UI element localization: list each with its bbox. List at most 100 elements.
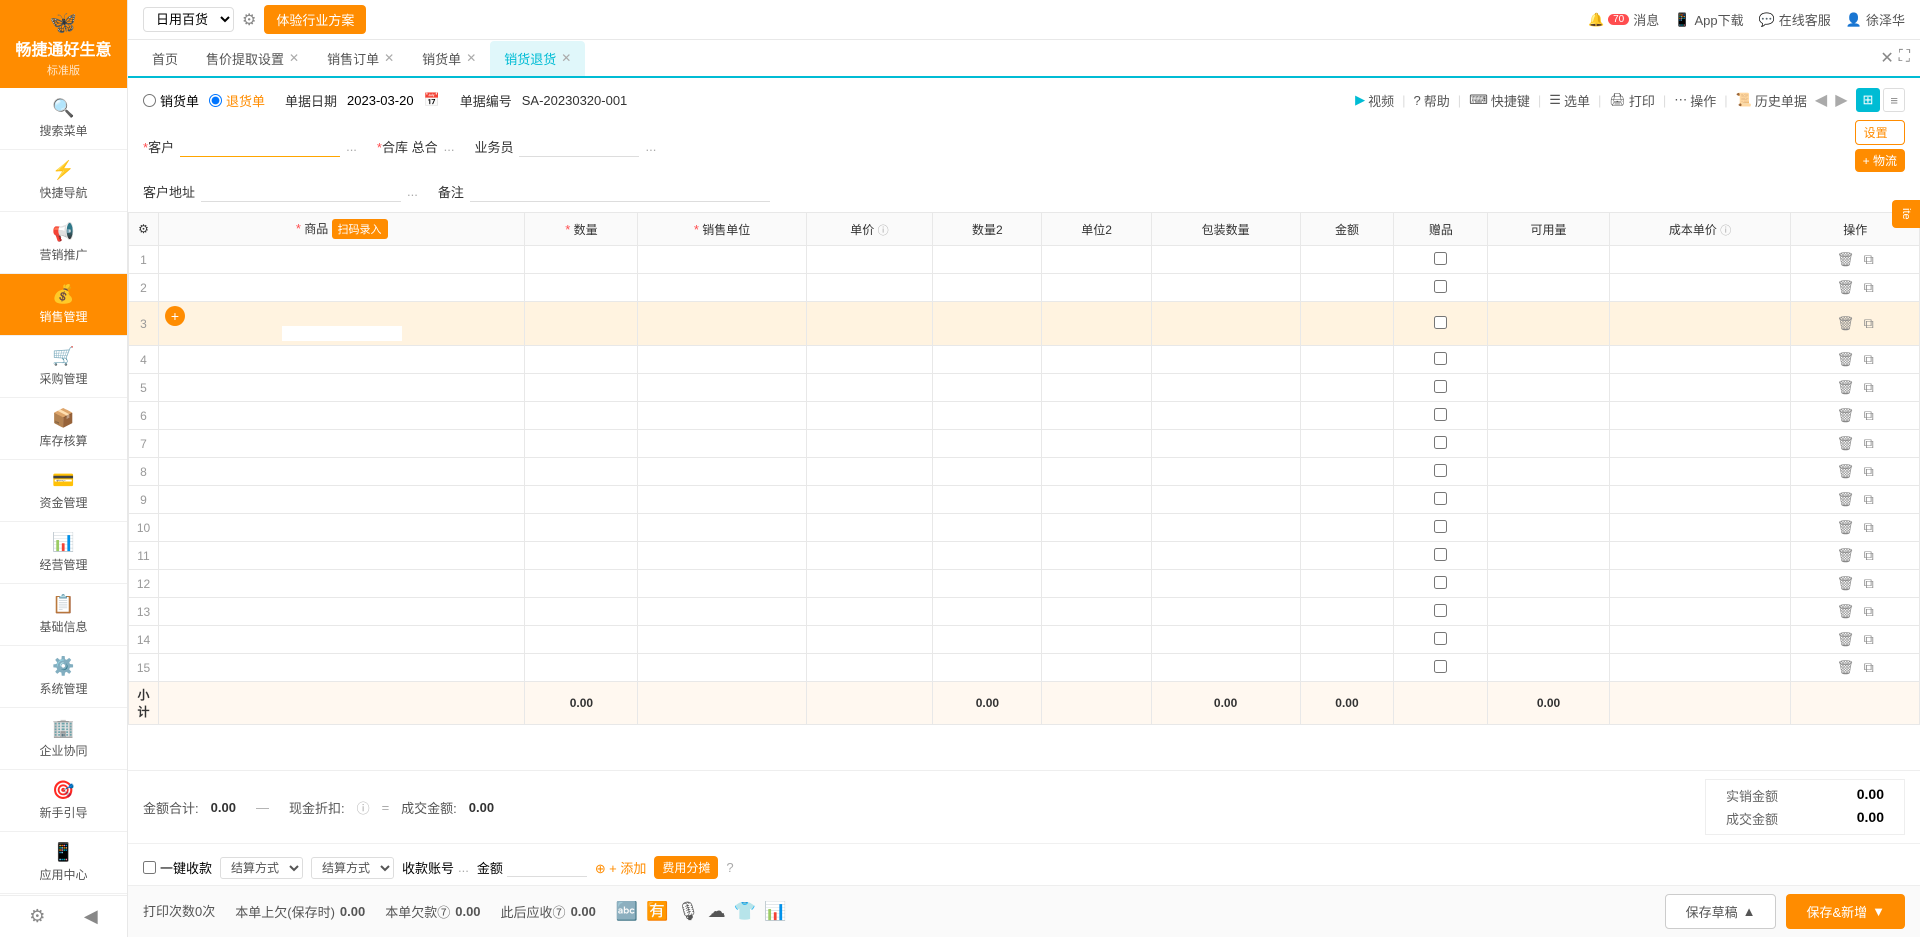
available-cell-5[interactable]: [1488, 374, 1609, 402]
delete-btn-7[interactable]: 🗑: [1834, 434, 1858, 453]
gift-cell-1[interactable]: [1394, 246, 1488, 274]
quantity-cell-1[interactable]: [525, 246, 638, 274]
available-cell-12[interactable]: [1488, 570, 1609, 598]
gift-checkbox-10[interactable]: [1434, 520, 1447, 533]
sale-unit-cell-4[interactable]: [638, 346, 806, 374]
quantity-cell-12[interactable]: [525, 570, 638, 598]
pack-qty-cell-10[interactable]: [1151, 514, 1300, 542]
pack-qty-cell-1[interactable]: [1151, 246, 1300, 274]
gift-cell-8[interactable]: [1394, 458, 1488, 486]
quantity-cell-14[interactable]: [525, 626, 638, 654]
unit-price-cell-10[interactable]: [806, 514, 933, 542]
experience-btn[interactable]: 体验行业方案: [264, 5, 366, 34]
unit2-cell-6[interactable]: [1042, 402, 1151, 430]
unit-price-cell-14[interactable]: [806, 626, 933, 654]
view-grid-btn[interactable]: ⊞: [1856, 88, 1881, 112]
sidebar-item-app-center[interactable]: 📱 应用中心: [0, 832, 127, 894]
add-payment-btn[interactable]: ⊕ + 添加: [595, 858, 646, 877]
unit-price-cell-13[interactable]: [806, 598, 933, 626]
cost-price-cell-5[interactable]: [1609, 374, 1791, 402]
available-cell-11[interactable]: [1488, 542, 1609, 570]
sidebar-item-sys-mgmt[interactable]: ⚙️ 系统管理: [0, 646, 127, 708]
unit2-cell-1[interactable]: [1042, 246, 1151, 274]
available-cell-2[interactable]: [1488, 274, 1609, 302]
unit-price-cell-1[interactable]: [806, 246, 933, 274]
salesperson-dots[interactable]: ...: [645, 139, 656, 154]
cost-price-cell-6[interactable]: [1609, 402, 1791, 430]
amount-cell-14[interactable]: [1300, 626, 1394, 654]
quantity-cell-10[interactable]: [525, 514, 638, 542]
amount-cell-15[interactable]: [1300, 654, 1394, 682]
radio-sale[interactable]: [143, 94, 156, 107]
available-cell-9[interactable]: [1488, 486, 1609, 514]
amount-cell-12[interactable]: [1300, 570, 1394, 598]
gift-checkbox-6[interactable]: [1434, 408, 1447, 421]
sale-unit-cell-14[interactable]: [638, 626, 806, 654]
sidebar-item-enterprise[interactable]: 🏢 企业协同: [0, 708, 127, 770]
amount-cell-11[interactable]: [1300, 542, 1394, 570]
address-dots[interactable]: ...: [407, 184, 418, 199]
pack-qty-cell-8[interactable]: [1151, 458, 1300, 486]
delete-btn-15[interactable]: 🗑: [1834, 658, 1858, 677]
available-cell-7[interactable]: [1488, 430, 1609, 458]
address-input[interactable]: [201, 180, 401, 202]
settings-icon[interactable]: ⚙: [29, 906, 45, 927]
quantity-cell-15[interactable]: [525, 654, 638, 682]
quantity2-cell-13[interactable]: [933, 598, 1042, 626]
unit2-cell-3[interactable]: [1042, 302, 1151, 346]
amount-cell-1[interactable]: [1300, 246, 1394, 274]
available-cell-10[interactable]: [1488, 514, 1609, 542]
cost-price-cell-12[interactable]: [1609, 570, 1791, 598]
available-cell-13[interactable]: [1488, 598, 1609, 626]
quantity2-cell-4[interactable]: [933, 346, 1042, 374]
product-cell-12[interactable]: [159, 570, 525, 598]
sidebar-item-finance[interactable]: 💳 资金管理: [0, 460, 127, 522]
pack-qty-cell-12[interactable]: [1151, 570, 1300, 598]
copy-btn-10[interactable]: ⧉: [1861, 518, 1877, 537]
gift-cell-3[interactable]: [1394, 302, 1488, 346]
unit2-cell-4[interactable]: [1042, 346, 1151, 374]
cost-price-cell-9[interactable]: [1609, 486, 1791, 514]
unit2-cell-9[interactable]: [1042, 486, 1151, 514]
gift-cell-11[interactable]: [1394, 542, 1488, 570]
sale-unit-cell-5[interactable]: [638, 374, 806, 402]
amount-cell-9[interactable]: [1300, 486, 1394, 514]
unit-price-cell-5[interactable]: [806, 374, 933, 402]
sidebar-item-guide[interactable]: 🎯 新手引导: [0, 770, 127, 832]
available-cell-14[interactable]: [1488, 626, 1609, 654]
copy-btn-6[interactable]: ⧉: [1861, 406, 1877, 425]
tab-sale-order-close[interactable]: ✕: [384, 51, 394, 65]
amount-cell-10[interactable]: [1300, 514, 1394, 542]
fee-split-btn[interactable]: 费用分摊: [654, 856, 718, 879]
quantity2-cell-8[interactable]: [933, 458, 1042, 486]
sale-unit-cell-1[interactable]: [638, 246, 806, 274]
product-cell-3[interactable]: +: [159, 302, 525, 346]
available-cell-1[interactable]: [1488, 246, 1609, 274]
amount-cell-2[interactable]: [1300, 274, 1394, 302]
unit2-cell-14[interactable]: [1042, 626, 1151, 654]
copy-btn-5[interactable]: ⧉: [1861, 378, 1877, 397]
gift-cell-10[interactable]: [1394, 514, 1488, 542]
unit2-cell-2[interactable]: [1042, 274, 1151, 302]
gift-checkbox-2[interactable]: [1434, 280, 1447, 293]
gift-checkbox-4[interactable]: [1434, 352, 1447, 365]
print-btn[interactable]: 🖨 打印: [1609, 91, 1655, 110]
quantity2-cell-6[interactable]: [933, 402, 1042, 430]
delete-btn-13[interactable]: 🗑: [1834, 602, 1858, 621]
amount-cell-6[interactable]: [1300, 402, 1394, 430]
shortcut-btn[interactable]: ⌨ 快捷键: [1469, 91, 1530, 110]
unit-price-cell-6[interactable]: [806, 402, 933, 430]
settle-method-select[interactable]: 结算方式: [220, 857, 303, 879]
quantity2-cell-15[interactable]: [933, 654, 1042, 682]
save-draft-btn[interactable]: 保存草稿 ▲: [1665, 894, 1777, 929]
app-download-item[interactable]: 📱 App下载: [1674, 10, 1743, 29]
gift-checkbox-7[interactable]: [1434, 436, 1447, 449]
unit-price-cell-3[interactable]: [806, 302, 933, 346]
cost-price-cell-3[interactable]: [1609, 302, 1791, 346]
payment-amount-input[interactable]: [507, 858, 587, 877]
tab-sale-return-close[interactable]: ✕: [561, 51, 571, 65]
one-click-pay-check[interactable]: 一键收款: [143, 858, 212, 877]
pack-qty-cell-13[interactable]: [1151, 598, 1300, 626]
cost-price-cell-4[interactable]: [1609, 346, 1791, 374]
quantity2-cell-11[interactable]: [933, 542, 1042, 570]
